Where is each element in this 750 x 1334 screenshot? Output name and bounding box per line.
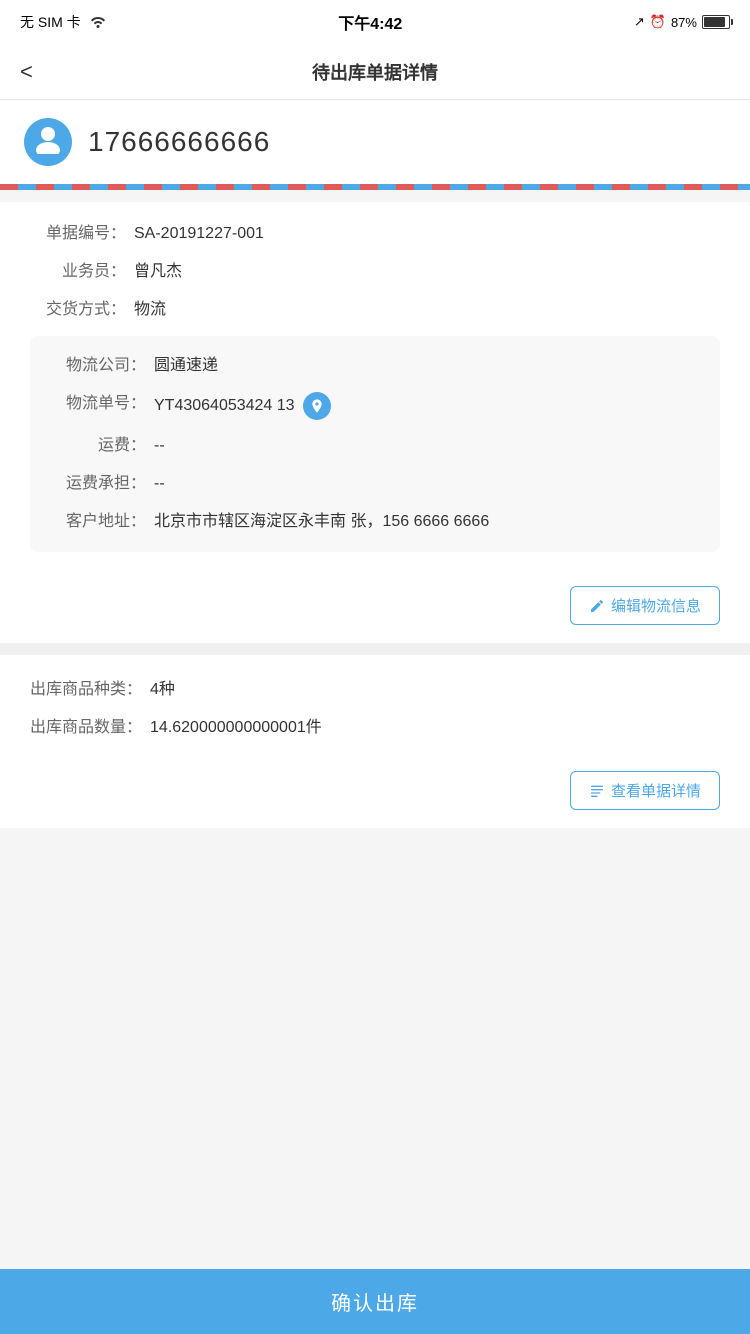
freight-label: 运费： bbox=[50, 434, 146, 458]
delivery-label: 交货方式： bbox=[30, 298, 126, 322]
edit-logistics-button[interactable]: 编辑物流信息 bbox=[570, 586, 720, 625]
delivery-row: 交货方式： 物流 bbox=[30, 298, 720, 322]
status-right: ↗ ⏰ 87% bbox=[634, 14, 730, 30]
freight-bearer-label: 运费承担： bbox=[50, 472, 146, 496]
status-left: 无 SIM 卡 bbox=[20, 12, 107, 32]
goods-types-label: 出库商品种类： bbox=[30, 675, 142, 699]
logistics-company-label: 物流公司： bbox=[50, 354, 146, 378]
customer-phone: 17666666666 bbox=[88, 126, 270, 158]
battery-percent: 87% bbox=[671, 15, 697, 30]
sim-label: 无 SIM 卡 bbox=[20, 12, 81, 32]
view-detail-row: 查看单据详情 bbox=[0, 757, 750, 828]
order-info-section: 单据编号： SA-20191227-001 业务员： 曾凡杰 交货方式： 物流 … bbox=[0, 202, 750, 572]
salesman-label: 业务员： bbox=[30, 260, 126, 284]
confirm-btn-wrap: 确认出库 bbox=[0, 1269, 750, 1334]
page-title: 待出库单据详情 bbox=[312, 59, 438, 85]
location-icon: ↗ bbox=[634, 14, 645, 30]
delivery-value: 物流 bbox=[134, 298, 720, 322]
logistics-card: 物流公司： 圆通速递 物流单号： YT43064053424 13 运费： --… bbox=[30, 336, 720, 552]
nav-bar: < 待出库单据详情 bbox=[0, 44, 750, 100]
confirm-outbound-button[interactable]: 确认出库 bbox=[0, 1287, 750, 1316]
goods-quantity-value: 14.620000000000001件 bbox=[150, 713, 322, 737]
salesman-row: 业务员： 曾凡杰 bbox=[30, 260, 720, 284]
address-value: 北京市市辖区海淀区永丰南 张，156 6666 6666 bbox=[154, 510, 700, 534]
section-separator bbox=[0, 643, 750, 655]
logistics-company-value: 圆通速递 bbox=[154, 354, 700, 378]
dashed-divider bbox=[0, 184, 750, 190]
back-button[interactable]: < bbox=[12, 51, 41, 93]
logistics-tracking-label: 物流单号： bbox=[50, 392, 146, 416]
customer-header: 17666666666 bbox=[0, 100, 750, 184]
freight-row: 运费： -- bbox=[50, 434, 700, 458]
battery-icon bbox=[702, 15, 730, 29]
address-row: 客户地址： 北京市市辖区海淀区永丰南 张，156 6666 6666 bbox=[50, 510, 700, 534]
logistics-tracking-row: 物流单号： YT43064053424 13 bbox=[50, 392, 700, 420]
order-number-row: 单据编号： SA-20191227-001 bbox=[30, 222, 720, 246]
user-icon bbox=[33, 124, 63, 161]
freight-bearer-row: 运费承担： -- bbox=[50, 472, 700, 496]
goods-quantity-label: 出库商品数量： bbox=[30, 713, 142, 737]
salesman-value: 曾凡杰 bbox=[134, 260, 720, 284]
bottom-spacer bbox=[0, 828, 750, 1008]
view-detail-button[interactable]: 查看单据详情 bbox=[570, 771, 720, 810]
wifi-icon bbox=[89, 14, 107, 31]
goods-quantity-row: 出库商品数量： 14.620000000000001件 bbox=[30, 713, 720, 737]
freight-value: -- bbox=[154, 434, 700, 458]
track-location-button[interactable] bbox=[303, 392, 331, 420]
alarm-icon: ⏰ bbox=[650, 14, 666, 30]
address-label: 客户地址： bbox=[50, 510, 146, 534]
logistics-tracking-value: YT43064053424 13 bbox=[154, 392, 700, 420]
goods-section: 出库商品种类： 4种 出库商品数量： 14.620000000000001件 bbox=[0, 655, 750, 757]
status-bar: 无 SIM 卡 下午4:42 ↗ ⏰ 87% bbox=[0, 0, 750, 44]
goods-types-row: 出库商品种类： 4种 bbox=[30, 675, 720, 699]
freight-bearer-value: -- bbox=[154, 472, 700, 496]
status-time: 下午4:42 bbox=[338, 10, 402, 34]
logistics-company-row: 物流公司： 圆通速递 bbox=[50, 354, 700, 378]
order-number-value: SA-20191227-001 bbox=[134, 222, 720, 246]
avatar bbox=[24, 118, 72, 166]
order-number-label: 单据编号： bbox=[30, 222, 126, 246]
goods-types-value: 4种 bbox=[150, 675, 175, 699]
edit-btn-row: 编辑物流信息 bbox=[0, 572, 750, 643]
